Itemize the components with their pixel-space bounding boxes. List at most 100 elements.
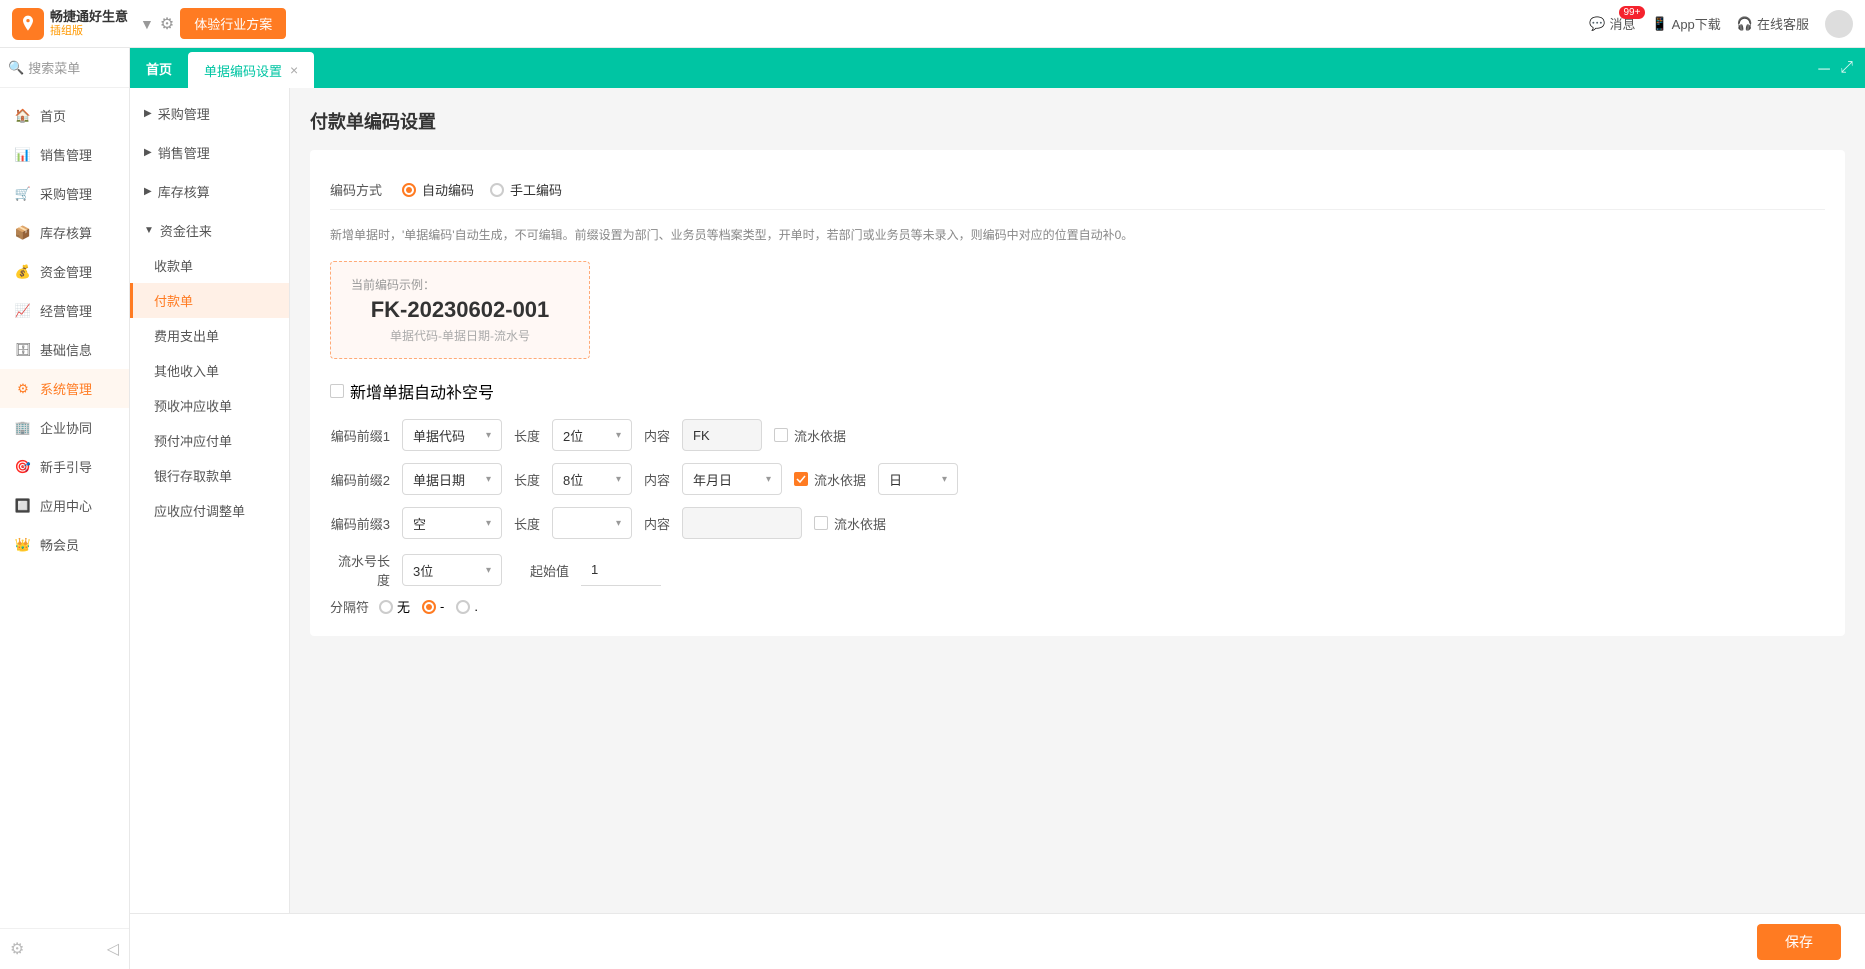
- sep-dot-radio[interactable]: [456, 600, 470, 614]
- sub-nav-adjust[interactable]: 应收应付调整单: [130, 493, 289, 528]
- top-bar-left: 畅捷通好生意 插组版 ▼ ⚙ 体验行业方案: [12, 8, 286, 40]
- content1-value: FK: [682, 419, 762, 451]
- content2-select[interactable]: 年月日 ▾: [682, 463, 782, 495]
- sub-nav-expense[interactable]: 费用支出单: [130, 318, 289, 353]
- serial1-checkbox[interactable]: [774, 428, 788, 442]
- content1-label: 内容: [644, 426, 670, 445]
- sub-nav-group-sales-title[interactable]: ▶ 销售管理: [130, 135, 289, 170]
- settings-bottom-btn[interactable]: ⚙: [10, 939, 24, 959]
- length3-select[interactable]: ▾: [552, 507, 632, 539]
- sep-none-option[interactable]: 无: [379, 597, 410, 616]
- sub-nav-group-purchase-title[interactable]: ▶ 采购管理: [130, 96, 289, 131]
- sales-icon: 📊: [14, 146, 32, 164]
- sub-nav-payments[interactable]: 付款单: [130, 283, 289, 318]
- auto-code-radio[interactable]: [402, 183, 416, 197]
- length2-value: 8位: [563, 470, 583, 489]
- sidebar-item-inventory[interactable]: 📦 库存核算: [0, 213, 129, 252]
- sidebar-item-label: 首页: [40, 106, 66, 125]
- tab-encoding[interactable]: 单据编码设置 ×: [188, 52, 314, 88]
- serial3-checkbox[interactable]: [814, 516, 828, 530]
- sub-nav-other-income[interactable]: 其他收入单: [130, 353, 289, 388]
- search-inner[interactable]: 🔍 搜索菜单: [8, 58, 121, 77]
- sidebar-item-label: 资金管理: [40, 262, 92, 281]
- sidebar-search[interactable]: 🔍 搜索菜单: [0, 48, 129, 88]
- sidebar-item-system[interactable]: ⚙ 系统管理: [0, 369, 129, 408]
- manual-code-radio[interactable]: [490, 183, 504, 197]
- serial2-unit-select[interactable]: 日 ▾: [878, 463, 958, 495]
- sidebar-item-label: 经营管理: [40, 301, 92, 320]
- sep-dash-option[interactable]: -: [422, 599, 444, 614]
- serial-length-arrow: ▾: [486, 565, 491, 576]
- sidebar-item-member[interactable]: 👑 畅会员: [0, 525, 129, 564]
- sidebar-item-guide[interactable]: 🎯 新手引导: [0, 447, 129, 486]
- save-button[interactable]: 保存: [1757, 924, 1841, 960]
- inner-layout: ▶ 采购管理 ▶ 销售管理 ▶ 库存核算: [130, 88, 1865, 913]
- sub-nav-prepay-receivable[interactable]: 预收冲应收单: [130, 388, 289, 423]
- prefix1-arrow: ▾: [486, 430, 491, 441]
- operations-icon: 📈: [14, 302, 32, 320]
- serial2-checkbox-group: 流水依据: [794, 470, 866, 489]
- sidebar-item-home[interactable]: 🏠 首页: [0, 96, 129, 135]
- message-item[interactable]: 💬 消息 99+: [1589, 14, 1635, 33]
- auto-fill-checkbox[interactable]: [330, 384, 344, 398]
- length3-label: 长度: [514, 514, 540, 533]
- sidebar-item-sales[interactable]: 📊 销售管理: [0, 135, 129, 174]
- group-label: 库存核算: [158, 182, 210, 201]
- sub-nav-bank-deposit[interactable]: 银行存取款单: [130, 458, 289, 493]
- content-area: 首页 单据编码设置 × － ⤢ ▶ 采购管理: [130, 48, 1865, 969]
- sidebar-bottom: ⚙ ◁: [0, 928, 129, 969]
- content3-value: [682, 507, 802, 539]
- sub-nav-group-inventory-title[interactable]: ▶ 库存核算: [130, 174, 289, 209]
- prefix1-select[interactable]: 单据代码 ▾: [402, 419, 502, 451]
- length1-select[interactable]: 2位 ▾: [552, 419, 632, 451]
- sub-nav-prepay-payable[interactable]: 预付冲应付单: [130, 423, 289, 458]
- sidebar-item-label: 应用中心: [40, 496, 92, 515]
- start-value-input[interactable]: 1: [581, 554, 661, 586]
- collapse-sidebar-btn[interactable]: ◁: [107, 939, 119, 959]
- tab-expand-btn[interactable]: ⤢: [1840, 59, 1853, 77]
- sep-dot-option[interactable]: .: [456, 599, 478, 614]
- nav-arrow-btn[interactable]: ▼: [140, 16, 154, 32]
- service-item[interactable]: 🎧 在线客服: [1737, 14, 1809, 33]
- settings-gear-btn[interactable]: ⚙: [160, 14, 174, 34]
- tab-minimize-btn[interactable]: －: [1816, 56, 1832, 80]
- serial-length-select[interactable]: 3位 ▾: [402, 554, 502, 586]
- page-title: 付款单编码设置: [310, 108, 1845, 134]
- sidebar-item-purchase[interactable]: 🛒 采购管理: [0, 174, 129, 213]
- sidebar-item-operations[interactable]: 📈 经营管理: [0, 291, 129, 330]
- chevron-right-icon: ▶: [144, 147, 152, 158]
- top-bar-right: 💬 消息 99+ 📱 App下载 🎧 在线客服: [1589, 10, 1853, 38]
- sub-nav-group-finance-title[interactable]: ▼ 资金往来: [130, 213, 289, 248]
- user-avatar[interactable]: [1825, 10, 1853, 38]
- length1-value: 2位: [563, 426, 583, 445]
- sep-dash-radio[interactable]: [422, 600, 436, 614]
- sidebar-item-finance[interactable]: 💰 资金管理: [0, 252, 129, 291]
- experience-btn[interactable]: 体验行业方案: [180, 8, 286, 39]
- sidebar-item-apps[interactable]: 🔲 应用中心: [0, 486, 129, 525]
- main-panel: 付款单编码设置 编码方式 自动编码 手工编码: [290, 88, 1865, 913]
- auto-code-option[interactable]: 自动编码: [402, 180, 474, 199]
- app-download-item[interactable]: 📱 App下载: [1651, 14, 1720, 33]
- manual-code-option[interactable]: 手工编码: [490, 180, 562, 199]
- serial2-checkbox[interactable]: [794, 472, 808, 486]
- brand-name: 畅捷通好生意: [50, 9, 128, 25]
- sidebar-item-enterprise[interactable]: 🏢 企业协同: [0, 408, 129, 447]
- length2-select[interactable]: 8位 ▾: [552, 463, 632, 495]
- sep-none-radio[interactable]: [379, 600, 393, 614]
- prefix3-row: 编码前缀3 空 ▾ 长度 ▾ 内容: [330, 507, 1825, 539]
- prefix3-select[interactable]: 空 ▾: [402, 507, 502, 539]
- sep-dash-label: -: [440, 599, 444, 614]
- form-rows: 编码前缀1 单据代码 ▾ 长度 2位 ▾ 内容: [330, 419, 1825, 589]
- length3-arrow: ▾: [616, 518, 621, 529]
- sidebar: 🔍 搜索菜单 🏠 首页 📊 销售管理 🛒 采购管理 📦 库存核算 💰: [0, 48, 130, 969]
- length2-label: 长度: [514, 470, 540, 489]
- tab-close-icon[interactable]: ×: [290, 62, 298, 78]
- auto-fill-label: 新增单据自动补空号: [350, 379, 494, 403]
- sub-nav-receipts[interactable]: 收款单: [130, 248, 289, 283]
- group-label: 采购管理: [158, 104, 210, 123]
- sidebar-item-base[interactable]: 🗄 基础信息: [0, 330, 129, 369]
- tab-encoding-label: 单据编码设置: [204, 61, 282, 80]
- prefix2-select[interactable]: 单据日期 ▾: [402, 463, 502, 495]
- chevron-down-icon: ▼: [144, 225, 154, 236]
- tab-home[interactable]: 首页: [130, 48, 188, 88]
